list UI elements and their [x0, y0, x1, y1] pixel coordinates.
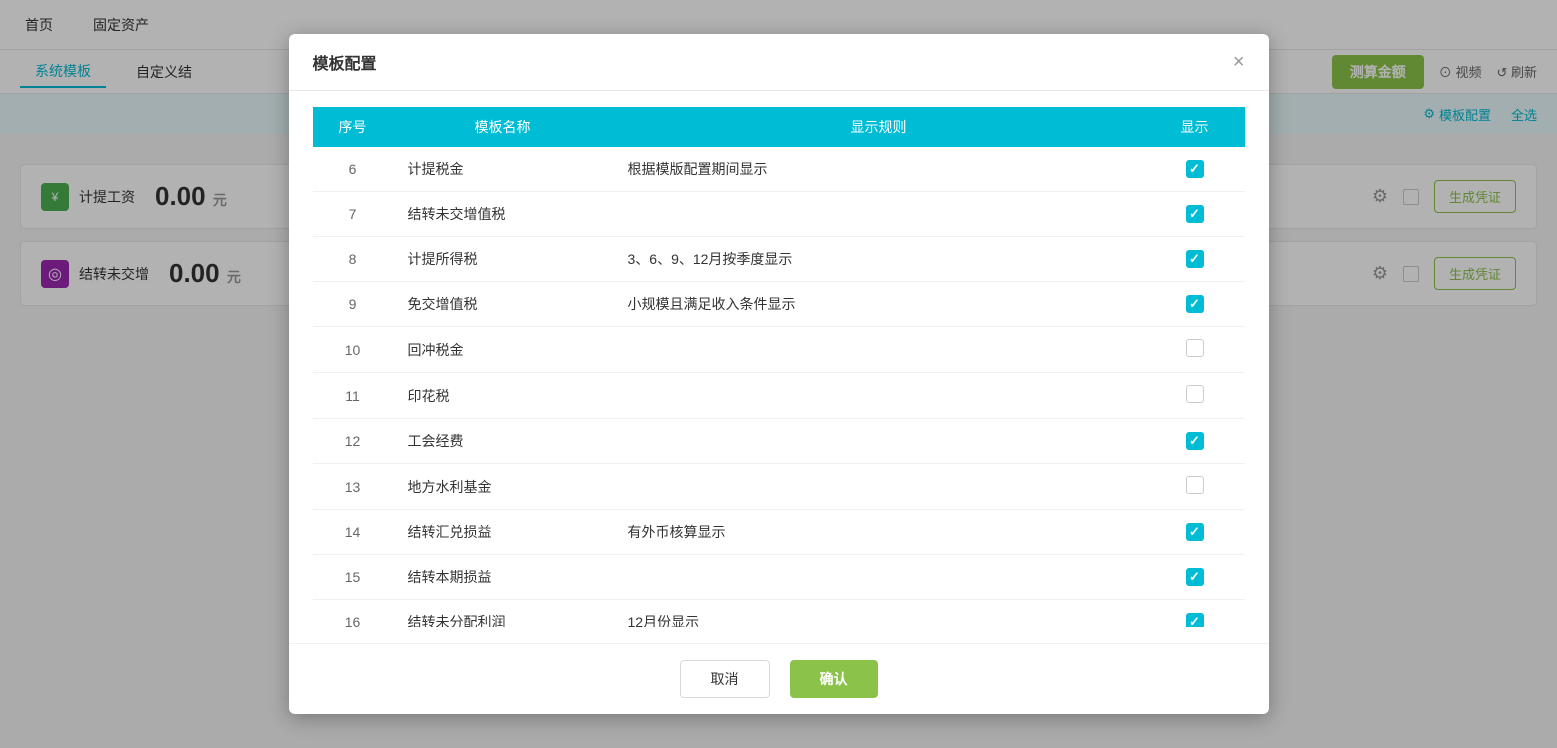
confirm-button[interactable]: 确认 [790, 660, 878, 698]
cell-seq: 13 [313, 464, 393, 510]
cell-checkbox [1145, 373, 1245, 419]
cell-checkbox [1145, 282, 1245, 327]
cell-name: 结转未交增值税 [393, 192, 613, 237]
table-row: 9免交增值税小规模且满足收入条件显示 [313, 282, 1245, 327]
cell-rule [613, 327, 1145, 373]
checkbox-8[interactable] [1186, 250, 1204, 268]
cell-seq: 7 [313, 192, 393, 237]
cell-name: 结转未分配利润 [393, 600, 613, 628]
cell-name: 计提所得税 [393, 237, 613, 282]
table-row: 14结转汇兑损益有外币核算显示 [313, 510, 1245, 555]
table-row: 12工会经费 [313, 419, 1245, 464]
cell-rule [613, 419, 1145, 464]
col-name: 模板名称 [393, 107, 613, 147]
checkbox-7[interactable] [1186, 205, 1204, 223]
cell-rule [613, 192, 1145, 237]
checkbox-11[interactable] [1186, 385, 1204, 403]
cell-checkbox [1145, 600, 1245, 628]
modal-overlay: 模板配置 × 序号 模板名称 显示规则 显示 6计提税金根据模版配置期间显 [0, 0, 1557, 748]
checkbox-13[interactable] [1186, 476, 1204, 494]
table-body: 6计提税金根据模版配置期间显示7结转未交增值税8计提所得税3、6、9、12月按季… [313, 147, 1245, 627]
cell-name: 结转汇兑损益 [393, 510, 613, 555]
cell-name: 工会经费 [393, 419, 613, 464]
col-seq: 序号 [313, 107, 393, 147]
modal-footer: 取消 确认 [289, 643, 1269, 714]
modal-title: 模板配置 [313, 50, 377, 74]
cell-checkbox [1145, 555, 1245, 600]
cell-rule: 根据模版配置期间显示 [613, 147, 1145, 192]
cell-rule: 12月份显示 [613, 600, 1145, 628]
table-row: 15结转本期损益 [313, 555, 1245, 600]
modal-body: 序号 模板名称 显示规则 显示 6计提税金根据模版配置期间显示7结转未交增值税8… [289, 91, 1269, 643]
modal-header: 模板配置 × [289, 34, 1269, 91]
cell-name: 印花税 [393, 373, 613, 419]
config-table: 序号 模板名称 显示规则 显示 6计提税金根据模版配置期间显示7结转未交增值税8… [313, 107, 1245, 627]
modal-dialog: 模板配置 × 序号 模板名称 显示规则 显示 6计提税金根据模版配置期间显 [289, 34, 1269, 714]
cell-rule [613, 373, 1145, 419]
checkbox-14[interactable] [1186, 523, 1204, 541]
cell-name: 结转本期损益 [393, 555, 613, 600]
cell-seq: 8 [313, 237, 393, 282]
cell-name: 回冲税金 [393, 327, 613, 373]
col-rule: 显示规则 [613, 107, 1145, 147]
cell-seq: 10 [313, 327, 393, 373]
cell-rule: 3、6、9、12月按季度显示 [613, 237, 1145, 282]
table-scroll-container[interactable]: 序号 模板名称 显示规则 显示 6计提税金根据模版配置期间显示7结转未交增值税8… [313, 107, 1245, 627]
table-row: 7结转未交增值税 [313, 192, 1245, 237]
table-row: 8计提所得税3、6、9、12月按季度显示 [313, 237, 1245, 282]
cell-seq: 16 [313, 600, 393, 628]
cell-name: 免交增值税 [393, 282, 613, 327]
cell-seq: 14 [313, 510, 393, 555]
cell-seq: 11 [313, 373, 393, 419]
cell-name: 计提税金 [393, 147, 613, 192]
cell-rule: 小规模且满足收入条件显示 [613, 282, 1145, 327]
table-row: 6计提税金根据模版配置期间显示 [313, 147, 1245, 192]
table-row: 10回冲税金 [313, 327, 1245, 373]
modal-close-button[interactable]: × [1233, 52, 1245, 72]
checkbox-10[interactable] [1186, 339, 1204, 357]
cell-checkbox [1145, 327, 1245, 373]
table-row: 11印花税 [313, 373, 1245, 419]
checkbox-15[interactable] [1186, 568, 1204, 586]
cancel-button[interactable]: 取消 [680, 660, 770, 698]
cell-checkbox [1145, 510, 1245, 555]
table-row: 13地方水利基金 [313, 464, 1245, 510]
cell-seq: 6 [313, 147, 393, 192]
cell-rule [613, 464, 1145, 510]
cell-rule: 有外币核算显示 [613, 510, 1145, 555]
cell-checkbox [1145, 192, 1245, 237]
table-row: 16结转未分配利润12月份显示 [313, 600, 1245, 628]
cell-checkbox [1145, 464, 1245, 510]
cell-rule [613, 555, 1145, 600]
cell-name: 地方水利基金 [393, 464, 613, 510]
checkbox-12[interactable] [1186, 432, 1204, 450]
cell-seq: 15 [313, 555, 393, 600]
col-display: 显示 [1145, 107, 1245, 147]
cell-checkbox [1145, 419, 1245, 464]
cell-seq: 12 [313, 419, 393, 464]
table-header-row: 序号 模板名称 显示规则 显示 [313, 107, 1245, 147]
checkbox-9[interactable] [1186, 295, 1204, 313]
cell-checkbox [1145, 147, 1245, 192]
cell-checkbox [1145, 237, 1245, 282]
cell-seq: 9 [313, 282, 393, 327]
checkbox-6[interactable] [1186, 160, 1204, 178]
checkbox-16[interactable] [1186, 613, 1204, 627]
